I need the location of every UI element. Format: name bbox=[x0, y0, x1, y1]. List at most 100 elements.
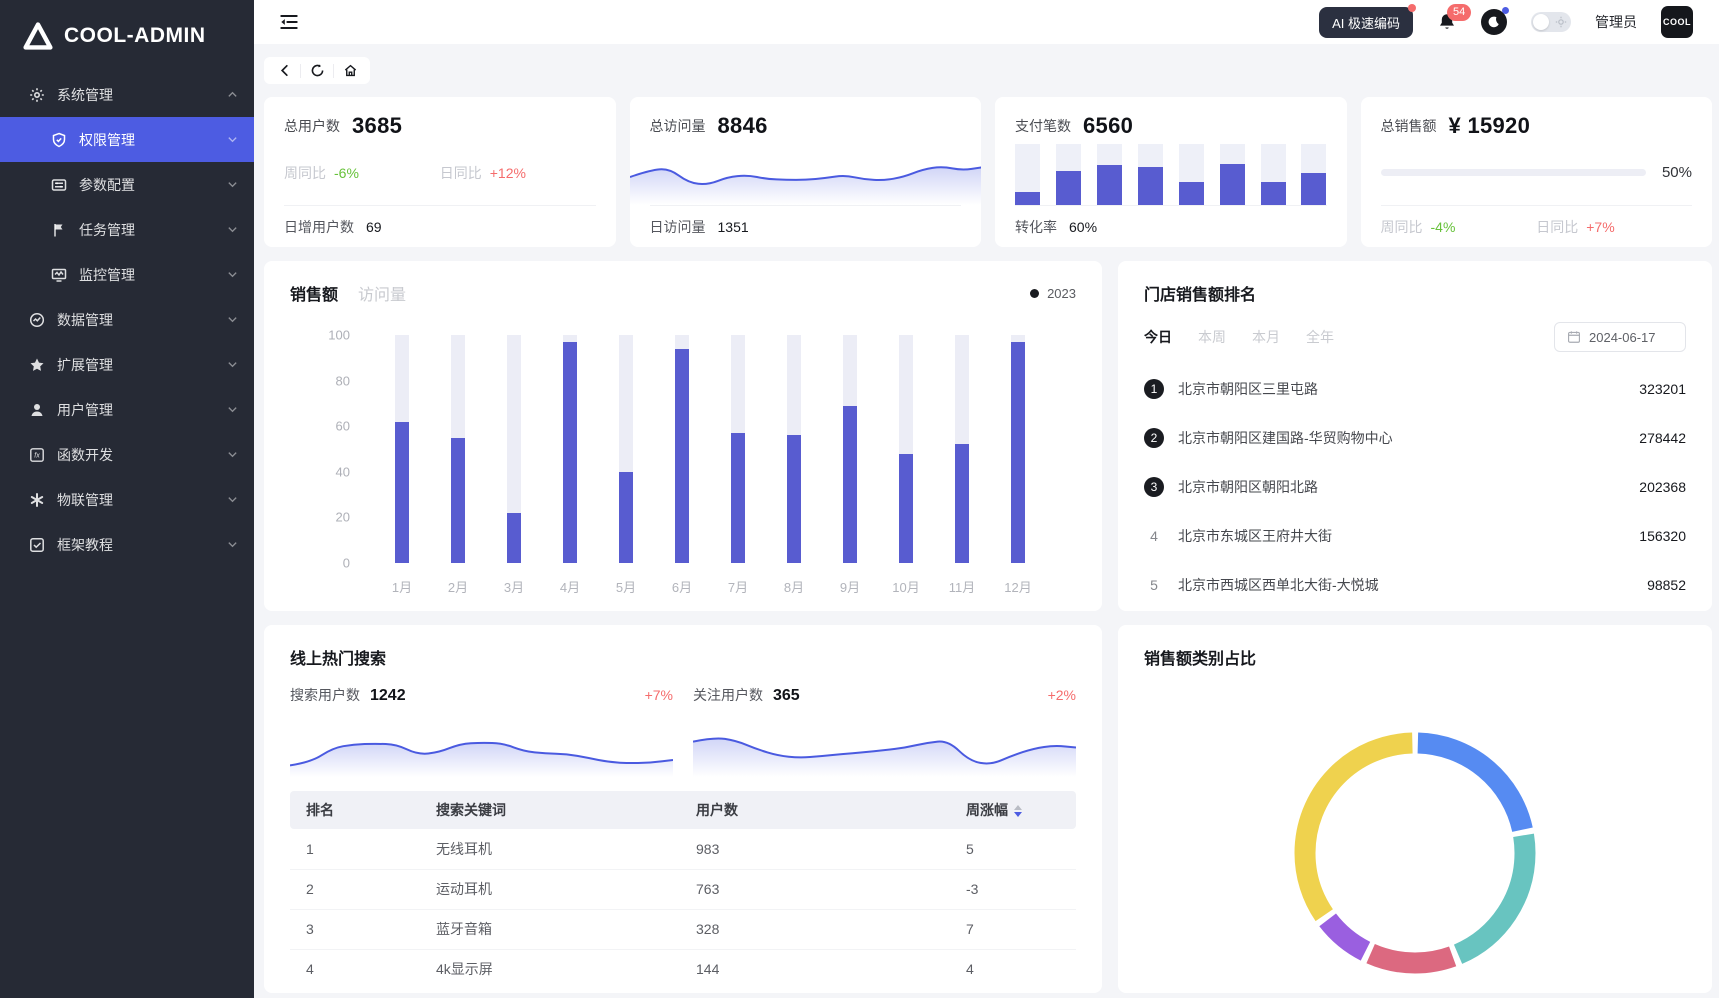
legend-label: 2023 bbox=[1047, 286, 1076, 301]
follow-users-trend: +2% bbox=[1048, 687, 1076, 703]
sidebar-item-label: 框架教程 bbox=[57, 535, 215, 555]
sales-category-panel: 销售额类别占比 bbox=[1118, 625, 1712, 993]
day-compare-label: 日同比 bbox=[1536, 219, 1578, 235]
cell-rank: 4 bbox=[290, 949, 436, 989]
notifications-button[interactable]: 54 bbox=[1437, 12, 1457, 32]
cell-keyword: 蓝牙音箱 bbox=[436, 909, 696, 949]
follow-users-label: 关注用户数 bbox=[693, 685, 763, 705]
bar-slot bbox=[542, 335, 598, 563]
x-tick-label: 5月 bbox=[598, 577, 654, 596]
stat-footer-value: 1351 bbox=[718, 219, 749, 235]
sidebar-item-label: 数据管理 bbox=[57, 310, 215, 330]
sidebar-item-permissions[interactable]: 权限管理 bbox=[0, 117, 254, 162]
bar bbox=[955, 444, 969, 563]
cell-keyword: 运动耳机 bbox=[436, 869, 696, 909]
bar-track bbox=[675, 335, 689, 563]
bottom-row: 线上热门搜索 搜索用户数 1242 +7% 关注用户 bbox=[264, 625, 1712, 993]
bar-track bbox=[507, 335, 521, 563]
sidebar-item-tutorial[interactable]: 框架教程 bbox=[0, 522, 254, 567]
store-name: 北京市朝阳区三里屯路 bbox=[1178, 379, 1639, 399]
bar-slot bbox=[878, 335, 934, 563]
chevron-down-icon bbox=[227, 269, 238, 280]
ai-coding-button[interactable]: AI 极速编码 bbox=[1319, 7, 1413, 38]
mini-bar bbox=[1097, 165, 1122, 205]
panel-title: 线上热门搜索 bbox=[290, 645, 1076, 669]
bar bbox=[507, 513, 521, 563]
refresh-button[interactable] bbox=[301, 57, 333, 84]
sidebar-item-system[interactable]: 系统管理 bbox=[0, 72, 254, 117]
monthly-sales-bars bbox=[374, 335, 1046, 563]
chevron-up-icon bbox=[227, 89, 238, 100]
settings-card-icon bbox=[50, 176, 67, 193]
theme-button[interactable] bbox=[1481, 9, 1507, 35]
table-row: 1 无线耳机 983 5 bbox=[290, 829, 1076, 869]
sidebar-item-label: 物联管理 bbox=[57, 490, 215, 510]
chevron-down-icon bbox=[227, 539, 238, 550]
blue-dot-indicator bbox=[1502, 7, 1509, 14]
day-compare-value: +12% bbox=[490, 165, 526, 181]
bar-track bbox=[619, 335, 633, 563]
x-tick-label: 6月 bbox=[654, 577, 710, 596]
sidebar-item-extensions[interactable]: 扩展管理 bbox=[0, 342, 254, 387]
cell-keyword: 4k显示屏 bbox=[436, 949, 696, 989]
sort-asc-icon bbox=[1014, 805, 1022, 810]
table-row: 3 蓝牙音箱 328 7 bbox=[290, 909, 1076, 949]
sidebar-item-functions[interactable]: fx 函数开发 bbox=[0, 432, 254, 477]
notification-count-badge: 54 bbox=[1447, 4, 1471, 21]
sales-chart-panel: 销售额 访问量 2023 020406080100 1月2月3月4月5月6月7月… bbox=[264, 261, 1102, 611]
search-users-block: 搜索用户数 1242 +7% bbox=[290, 685, 673, 777]
ranking-row: 3 北京市朝阳区朝阳北路 202368 bbox=[1144, 462, 1686, 511]
y-tick-label: 60 bbox=[336, 419, 350, 434]
back-button[interactable] bbox=[268, 57, 300, 84]
sidebar-item-data[interactable]: 数据管理 bbox=[0, 297, 254, 342]
mini-bar bbox=[1301, 173, 1326, 205]
sidebar-item-users[interactable]: 用户管理 bbox=[0, 387, 254, 432]
sidebar-item-tasks[interactable]: 任务管理 bbox=[0, 207, 254, 252]
username[interactable]: 管理员 bbox=[1595, 12, 1637, 32]
bar-track bbox=[955, 335, 969, 563]
tab-this-year[interactable]: 全年 bbox=[1306, 327, 1334, 347]
cell-rank: 2 bbox=[290, 869, 436, 909]
sidebar-item-parameters[interactable]: 参数配置 bbox=[0, 162, 254, 207]
collapse-sidebar-icon[interactable] bbox=[278, 11, 300, 33]
chevron-down-icon bbox=[227, 134, 238, 145]
sun-icon bbox=[1555, 16, 1567, 28]
star-icon bbox=[28, 356, 45, 373]
bar bbox=[451, 438, 465, 563]
bar-track bbox=[563, 335, 577, 563]
avatar[interactable]: COOL bbox=[1661, 6, 1693, 38]
mini-bar-track bbox=[1301, 144, 1326, 205]
panel-title: 销售额类别占比 bbox=[1144, 645, 1686, 669]
tab-visits[interactable]: 访问量 bbox=[358, 281, 406, 305]
sidebar-item-iot[interactable]: 物联管理 bbox=[0, 477, 254, 522]
ai-coding-label: AI 极速编码 bbox=[1332, 16, 1400, 31]
brand-logo-icon bbox=[22, 21, 54, 51]
sort-icons[interactable] bbox=[1014, 805, 1022, 817]
store-sales-value: 202368 bbox=[1639, 479, 1686, 495]
tab-this-week[interactable]: 本周 bbox=[1198, 327, 1226, 347]
tab-this-month[interactable]: 本月 bbox=[1252, 327, 1280, 347]
store-sales-value: 156320 bbox=[1639, 528, 1686, 544]
bar bbox=[1011, 342, 1025, 563]
tab-sales[interactable]: 销售额 bbox=[290, 281, 338, 305]
sidebar-item-monitoring[interactable]: 监控管理 bbox=[0, 252, 254, 297]
stat-cards-row: 总用户数 3685 周同比-6% 日同比+12% 日增用户数 69 bbox=[264, 97, 1712, 247]
stat-card-total-visits: 总访问量 8846 日访问量 1351 bbox=[630, 97, 982, 247]
fx-icon: fx bbox=[28, 446, 45, 463]
stat-value: 3685 bbox=[352, 113, 402, 139]
flag-icon bbox=[50, 221, 67, 238]
tab-today[interactable]: 今日 bbox=[1144, 327, 1172, 347]
sales-progress-bar bbox=[1381, 169, 1646, 176]
bar bbox=[899, 454, 913, 563]
stat-footer-label: 日增用户数 bbox=[284, 217, 354, 237]
header-weekly-change[interactable]: 周涨幅 bbox=[966, 791, 1076, 829]
mini-bar bbox=[1056, 171, 1081, 205]
home-button[interactable] bbox=[334, 57, 366, 84]
header-keyword: 搜索关键词 bbox=[436, 791, 696, 829]
date-picker[interactable]: 2024-06-17 bbox=[1554, 322, 1686, 352]
bar-slot bbox=[766, 335, 822, 563]
cell-weekly-change: 4 bbox=[966, 949, 1076, 989]
shield-icon bbox=[50, 131, 67, 148]
dark-mode-toggle[interactable] bbox=[1531, 12, 1571, 32]
rank-badge: 3 bbox=[1144, 477, 1164, 497]
